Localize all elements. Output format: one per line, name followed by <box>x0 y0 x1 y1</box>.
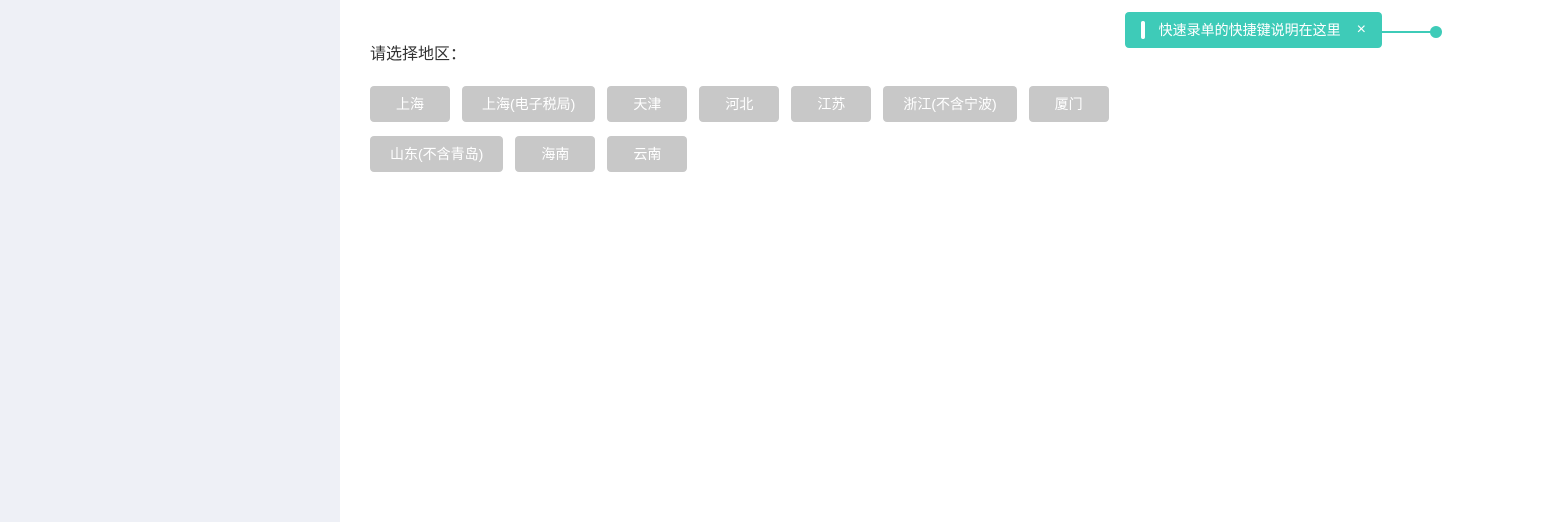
region-btn-zhejiang[interactable]: 浙江(不含宁波) <box>883 86 1016 122</box>
main-content: 请选择地区： 上海 上海(电子税局) 天津 河北 江苏 浙江(不含宁波) 厦门 … <box>340 0 1562 522</box>
region-btn-tianjin[interactable]: 天津 <box>607 86 687 122</box>
tooltip-banner: 快速录单的快捷键说明在这里 × <box>1125 12 1382 48</box>
tooltip-bar <box>1141 21 1145 39</box>
region-btn-hebei[interactable]: 河北 <box>699 86 779 122</box>
region-btn-shandong[interactable]: 山东(不含青岛) <box>370 136 503 172</box>
tooltip-close-button[interactable]: × <box>1357 22 1366 38</box>
region-btn-shanghai-etax[interactable]: 上海(电子税局) <box>462 86 595 122</box>
region-btn-xiamen[interactable]: 厦门 <box>1029 86 1109 122</box>
region-btn-jiangsu[interactable]: 江苏 <box>791 86 871 122</box>
region-buttons-row-2: 山东(不含青岛) 海南 云南 <box>370 136 1532 172</box>
tooltip-dot <box>1430 26 1442 38</box>
region-btn-yunnan[interactable]: 云南 <box>607 136 687 172</box>
region-btn-shanghai[interactable]: 上海 <box>370 86 450 122</box>
tooltip-connector <box>1382 31 1432 33</box>
region-btn-hainan[interactable]: 海南 <box>515 136 595 172</box>
tooltip-text: 快速录单的快捷键说明在这里 <box>1159 20 1341 40</box>
left-sidebar <box>0 0 340 522</box>
region-buttons-row-1: 上海 上海(电子税局) 天津 河北 江苏 浙江(不含宁波) 厦门 <box>370 86 1532 122</box>
